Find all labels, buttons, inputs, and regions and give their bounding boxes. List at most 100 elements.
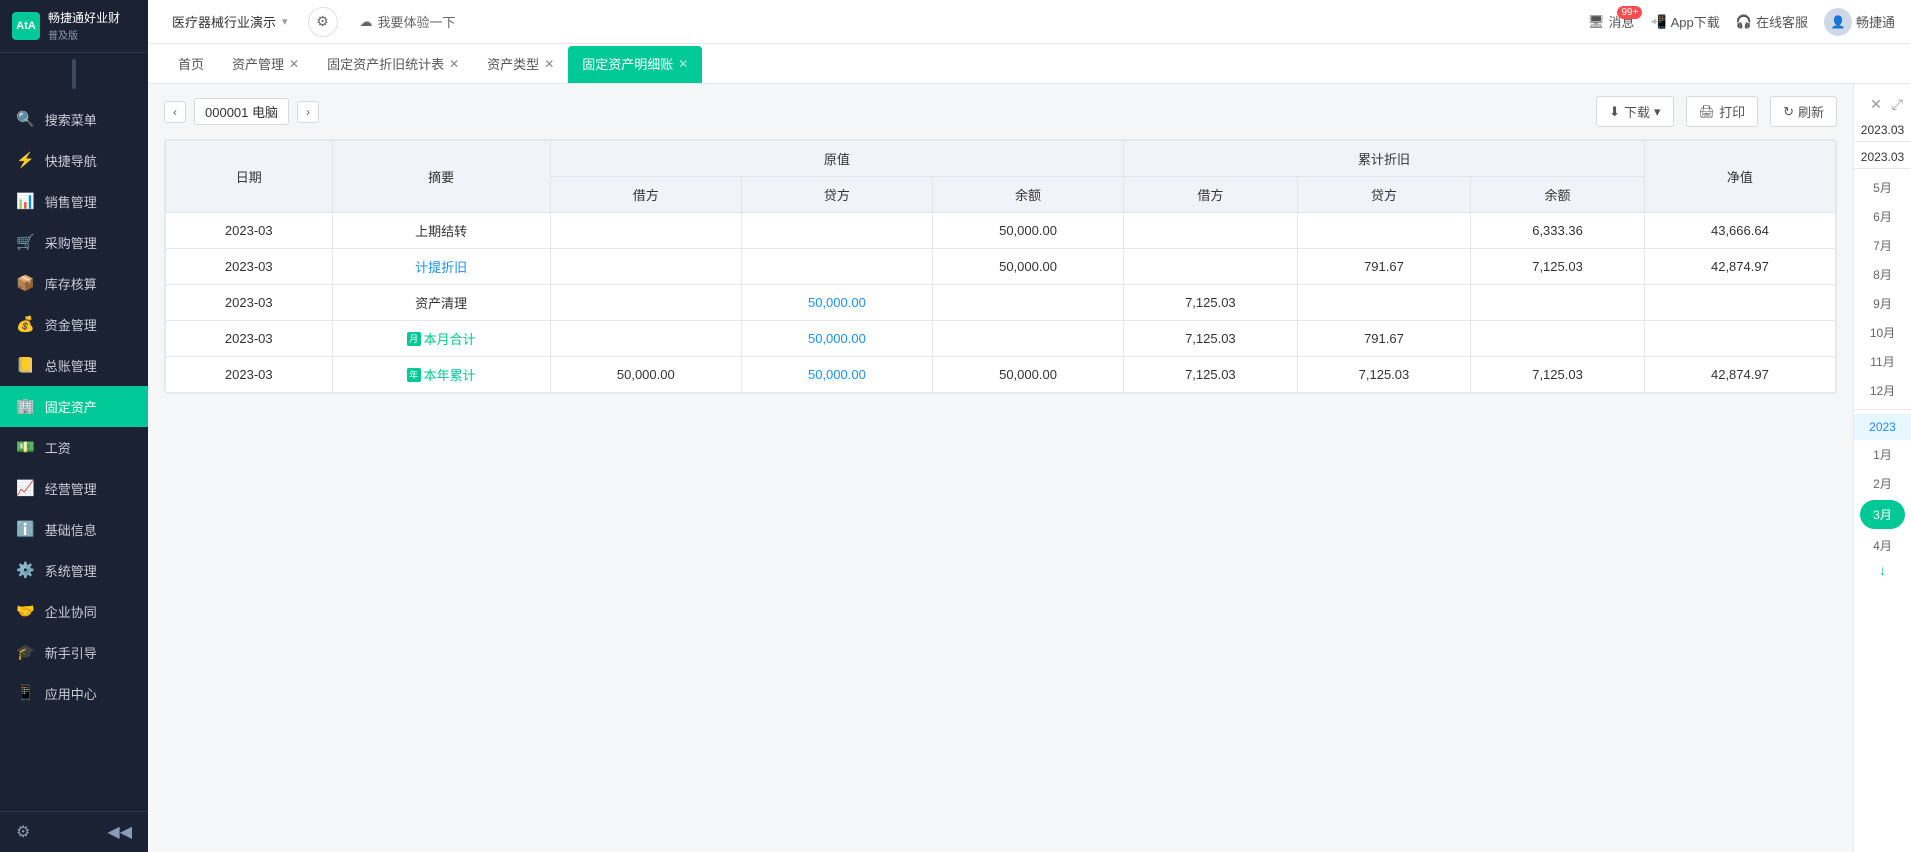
experience-label: 我要体验一下 (378, 12, 456, 31)
month-item[interactable]: 3月 (1860, 500, 1905, 529)
user-profile[interactable]: 👤 畅捷通 (1824, 8, 1895, 36)
sidebar-item-fixed-assets[interactable]: 🏢 固定资产 (0, 386, 148, 427)
content-area: ‹ 000001 电脑 › ⬇ 下载 ▾ 🖨 打印 (148, 84, 1911, 852)
cell-acc-balance: 6,333.36 (1471, 213, 1645, 249)
month-item[interactable]: 5月 (1868, 173, 1897, 202)
download-icon: 📲 (1650, 14, 1666, 30)
sidebar-item-label: 经营管理 (45, 479, 97, 498)
sidebar-item-label: 工资 (45, 438, 71, 457)
download-button[interactable]: ⬇ 下载 ▾ (1596, 96, 1673, 127)
sidebar-item-search[interactable]: 🔍 搜索菜单 (0, 99, 148, 140)
cell-desc[interactable]: 计提折旧 (332, 249, 550, 285)
month-item[interactable]: 2月 (1854, 469, 1911, 498)
cell-net-value: 43,666.64 (1644, 213, 1835, 249)
sidebar-item-operations[interactable]: 📈 经营管理 (0, 468, 148, 509)
info-icon: ℹ️ (16, 520, 35, 538)
sidebar-item-app-center[interactable]: 📱 应用中心 (0, 673, 148, 714)
table-container: 日期 摘要 原值 累计折旧 净值 借方 贷方 余额 借方 贷方 余额 (164, 139, 1837, 394)
cloud-icon: ☁ (360, 14, 373, 30)
cell-yuan-balance: 50,000.00 (932, 213, 1123, 249)
refresh-icon: ↻ (1783, 104, 1794, 120)
panel-year-header: 2023.03 (1854, 119, 1911, 142)
sidebar-item-system[interactable]: ⚙️ 系统管理 (0, 550, 148, 591)
company-selector[interactable]: 医疗器械行业演示 ▾ (164, 8, 296, 35)
tab-asset-type[interactable]: 资产类型 ✕ (473, 46, 568, 83)
month-item[interactable]: 10月 (1868, 318, 1897, 347)
sidebar-item-purchase[interactable]: 🛒 采购管理 (0, 222, 148, 263)
scroll-down-arrow[interactable]: ↓ (1873, 560, 1893, 580)
month-item[interactable]: 11月 (1868, 347, 1897, 376)
logo-text: 畅捷通好业财 (48, 10, 120, 27)
asset-code-display: 000001 电脑 (194, 98, 289, 125)
close-icon[interactable]: ✕ (449, 57, 459, 71)
month-item[interactable]: 6月 (1868, 202, 1897, 231)
print-button[interactable]: 🖨 打印 (1686, 96, 1759, 127)
sidebar-item-payroll[interactable]: 💵 工资 (0, 427, 148, 468)
cell-desc: 月本月合计 (332, 321, 550, 357)
refresh-label: 刷新 (1798, 102, 1824, 121)
close-icon[interactable]: ✕ (678, 57, 688, 71)
month-item[interactable]: 4月 (1854, 531, 1911, 560)
book-icon: 📒 (16, 356, 35, 374)
prev-icon: ‹ (173, 105, 177, 119)
tab-fixed-asset-ledger[interactable]: 固定资产明细账 ✕ (568, 46, 702, 83)
sidebar-item-label: 新手引导 (45, 643, 97, 662)
col-yuan-debit: 借方 (550, 177, 741, 213)
sidebar-item-label: 搜索菜单 (45, 110, 97, 129)
sidebar-item-basic-info[interactable]: ℹ️ 基础信息 (0, 509, 148, 550)
month-item[interactable]: 12月 (1868, 376, 1897, 405)
panel-close-button[interactable]: ✕ (1866, 92, 1886, 117)
cell-yuan-debit: 50,000.00 (550, 357, 741, 393)
company-settings-button[interactable]: ⚙ (308, 7, 338, 37)
tab-asset-management[interactable]: 资产管理 ✕ (218, 46, 313, 83)
cell-acc-debit: 7,125.03 (1124, 285, 1298, 321)
cell-acc-credit: 791.67 (1297, 249, 1471, 285)
app-download-label: App下载 (1671, 12, 1720, 31)
cell-yuan-debit (550, 321, 741, 357)
col-yuan-credit: 贷方 (741, 177, 932, 213)
tabs-bar: 首页 资产管理 ✕ 固定资产折旧统计表 ✕ 资产类型 ✕ 固定资产明细账 ✕ (148, 44, 1911, 84)
sidebar-item-sales[interactable]: 📊 销售管理 (0, 181, 148, 222)
messages-button[interactable]: 🖥 消息 99+ (1588, 12, 1635, 31)
tab-depreciation-stats[interactable]: 固定资产折旧统计表 ✕ (313, 46, 473, 83)
close-icon[interactable]: ✕ (544, 57, 554, 71)
download-icon: ⬇ (1609, 104, 1620, 120)
tab-label: 资产类型 (487, 54, 539, 73)
graduate-icon: 🎓 (16, 643, 35, 661)
cell-yuan-debit (550, 249, 741, 285)
cell-acc-debit (1124, 213, 1298, 249)
prev-asset-button[interactable]: ‹ (164, 101, 186, 123)
sidebar-item-quicknav[interactable]: ⚡ 快捷导航 (0, 140, 148, 181)
panel-expand-button[interactable]: ⤢ (1888, 92, 1907, 117)
settings-footer-icon[interactable]: ⚙ (16, 822, 30, 842)
month-item[interactable]: 9月 (1868, 289, 1897, 318)
experience-button[interactable]: ☁ 我要体验一下 (350, 8, 466, 35)
tab-home[interactable]: 首页 (164, 46, 218, 83)
month-item[interactable]: 8月 (1868, 260, 1897, 289)
collapse-icon[interactable]: ◀◀ (107, 822, 132, 842)
sidebar-item-cooperation[interactable]: 🤝 企业协同 (0, 591, 148, 632)
customer-service-button[interactable]: 🎧 在线客服 (1736, 12, 1808, 31)
col-net-value: 净值 (1644, 141, 1835, 213)
tab-label: 固定资产折旧统计表 (327, 54, 444, 73)
sidebar-item-ledger[interactable]: 📒 总账管理 (0, 345, 148, 386)
sidebar-item-guide[interactable]: 🎓 新手引导 (0, 632, 148, 673)
close-icon[interactable]: ✕ (289, 57, 299, 71)
app-download-button[interactable]: 📲 App下载 (1650, 12, 1719, 31)
gear-icon: ⚙️ (16, 561, 35, 579)
cell-yuan-debit (550, 213, 741, 249)
cell-acc-debit: 7,125.03 (1124, 357, 1298, 393)
print-label: 打印 (1719, 102, 1745, 121)
sidebar-item-inventory[interactable]: 📦 库存核算 (0, 263, 148, 304)
next-asset-button[interactable]: › (297, 101, 319, 123)
sidebar-item-funds[interactable]: 💰 资金管理 (0, 304, 148, 345)
phone-icon: 📱 (16, 684, 35, 702)
toolbar-actions: ⬇ 下载 ▾ 🖨 打印 ↻ 刷新 (1596, 96, 1837, 127)
refresh-button[interactable]: ↻ 刷新 (1770, 96, 1837, 127)
month-item[interactable]: 1月 (1854, 440, 1911, 469)
cell-acc-credit (1297, 285, 1471, 321)
cell-desc: 上期结转 (332, 213, 550, 249)
tab-label: 固定资产明细账 (582, 54, 673, 73)
cart-icon: 🛒 (16, 233, 35, 251)
month-item[interactable]: 7月 (1868, 231, 1897, 260)
